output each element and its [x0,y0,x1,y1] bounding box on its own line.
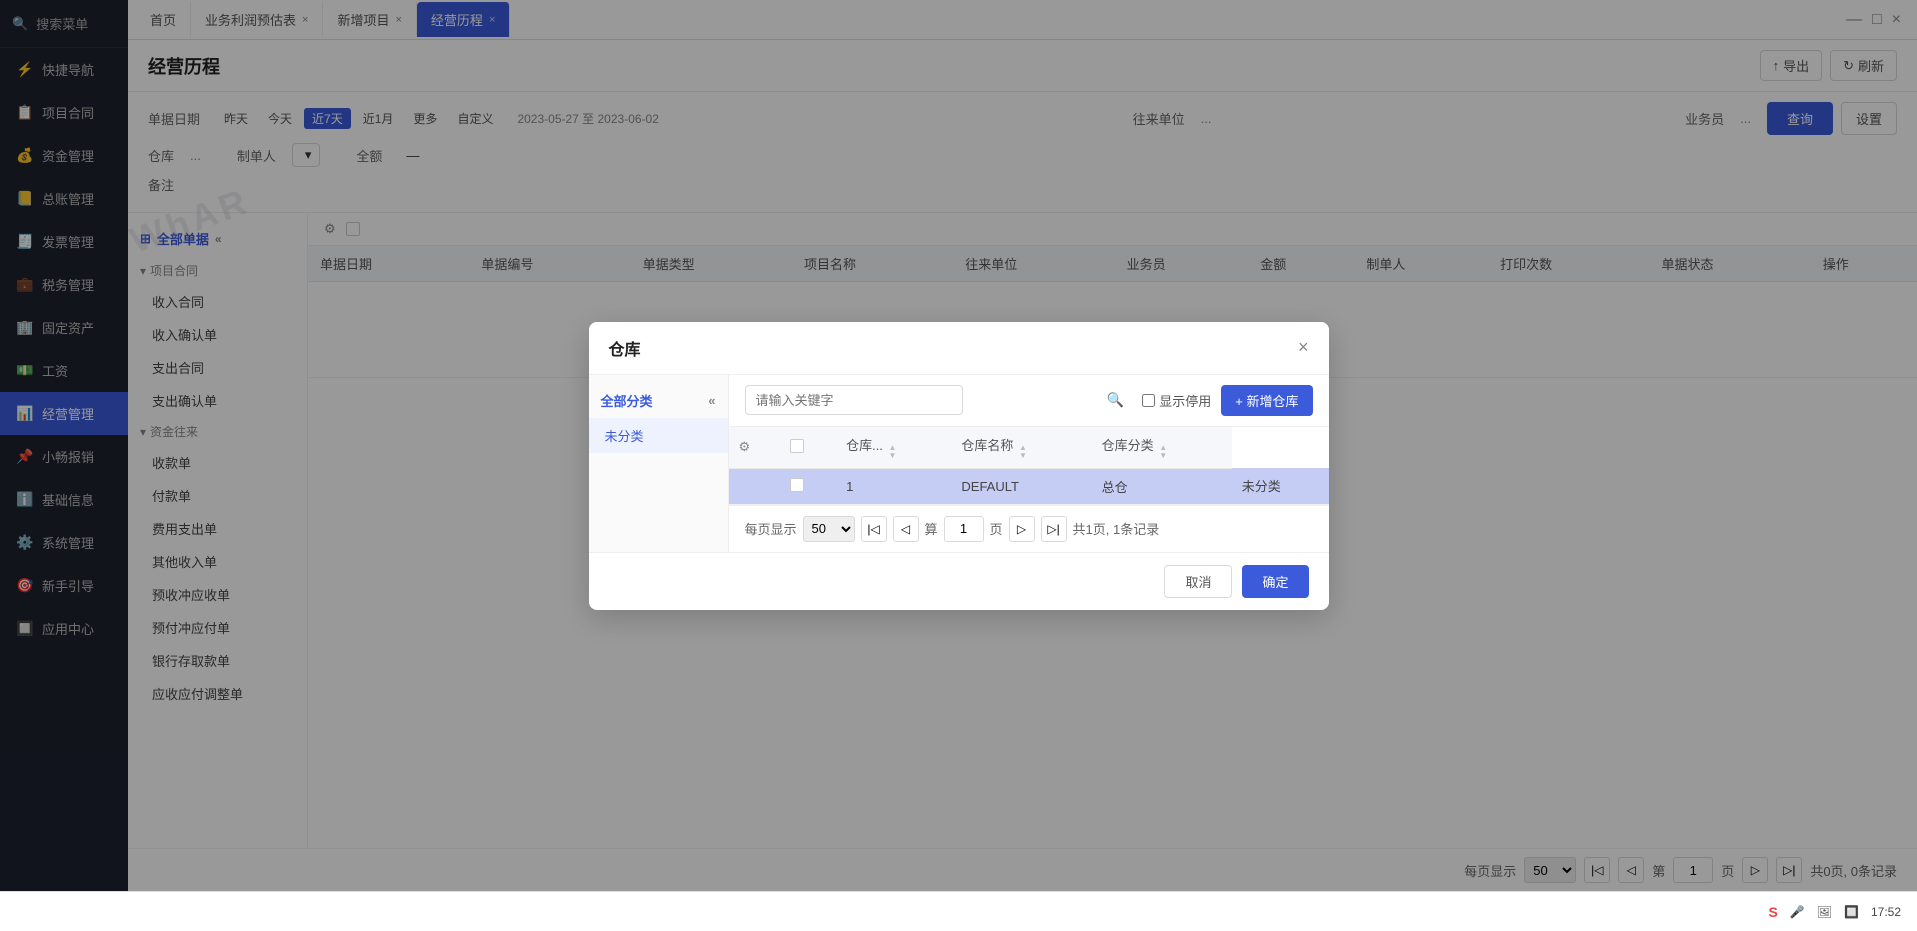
modal-next-page[interactable]: ▷ [1009,516,1035,542]
modal-cancel-button[interactable]: 取消 [1164,565,1232,598]
modal-search-icon: 🔍 [1107,392,1124,409]
modal-code-sort[interactable]: ▲▼ [889,444,897,460]
modal-show-disabled-checkbox[interactable] [1142,394,1155,407]
modal-last-page[interactable]: ▷| [1041,516,1067,542]
modal-row-name: 总仓 [1092,468,1232,504]
modal-sidebar-uncategorized[interactable]: 未分类 [589,418,728,453]
modal-title: 仓库 [609,336,641,360]
modal-body: 全部分类 « 未分类 🔍 显示停用 [589,375,1329,552]
modal-sidebar-collapse[interactable]: « [708,393,715,408]
taskbar-icon-s: S [1768,904,1777,920]
modal-col-gear: ⚙ [729,427,781,469]
modal-actions: 取消 确定 [589,552,1329,610]
modal-row-code: DEFAULT [951,468,1091,504]
warehouse-modal: 仓库 × 全部分类 « 未分类 🔍 [589,322,1329,610]
modal-sidebar-header: 全部分类 « [589,383,728,418]
modal-table: ⚙ 仓库... ▲▼ 仓库名称 ▲▼ [729,427,1329,505]
modal-row-category: 未分类 [1232,468,1329,504]
modal-header: 仓库 × [589,322,1329,375]
modal-add-warehouse-btn[interactable]: + 新增仓库 [1221,385,1312,416]
taskbar-icon-extra[interactable]: 🔲 [1844,905,1859,919]
modal-col-check [780,427,836,469]
modal-confirm-button[interactable]: 确定 [1242,565,1308,598]
modal-col-category: 仓库分类 ▲▼ [1092,427,1232,469]
modal-header-row: ⚙ 仓库... ▲▼ 仓库名称 ▲▼ [729,427,1329,469]
modal-category-sort[interactable]: ▲▼ [1159,444,1167,460]
modal-table-wrap: ⚙ 仓库... ▲▼ 仓库名称 ▲▼ [729,427,1329,505]
taskbar-icon-img[interactable]: 🖼 [1817,905,1832,919]
taskbar-time: 17:52 [1871,905,1901,919]
modal-add-warehouse-label: + 新增仓库 [1235,391,1298,410]
modal-page-word: 算 [925,519,938,538]
modal-page-input[interactable] [944,516,984,542]
modal-search-wrap: 🔍 [745,385,1133,415]
modal-table-gear-icon[interactable]: ⚙ [739,439,751,454]
modal-row-gear [729,468,781,504]
modal-total: 共1页, 1条记录 [1073,519,1160,538]
modal-sidebar: 全部分类 « 未分类 [589,375,729,552]
modal-overlay: 仓库 × 全部分类 « 未分类 🔍 [0,0,1917,931]
modal-footer: 每页显示 50 100 |◁ ◁ 算 页 ▷ ▷| 共1页, 1条记录 [729,505,1329,552]
taskbar: S 🎤 🖼 🔲 17:52 [0,891,1917,931]
modal-search-input[interactable] [745,385,963,415]
modal-row-checkbox[interactable] [790,478,804,492]
modal-sidebar-scroll: 未分类 [589,418,728,544]
modal-search-bar: 🔍 显示停用 + 新增仓库 [729,375,1329,427]
modal-pagination: 每页显示 50 100 |◁ ◁ 算 页 ▷ ▷| 共1页, 1条记录 [745,516,1160,542]
modal-col-name: 仓库名称 ▲▼ [951,427,1091,469]
modal-prev-page[interactable]: ◁ [893,516,919,542]
modal-all-category-label[interactable]: 全部分类 [601,391,653,410]
modal-page-word2: 页 [990,519,1003,538]
modal-content: 🔍 显示停用 + 新增仓库 ⚙ [729,375,1329,552]
modal-select-all-checkbox[interactable] [790,439,804,453]
modal-per-page-select[interactable]: 50 100 [803,516,855,542]
modal-table-head: ⚙ 仓库... ▲▼ 仓库名称 ▲▼ [729,427,1329,469]
modal-name-sort[interactable]: ▲▼ [1019,444,1027,460]
modal-row-num: 1 [836,468,951,504]
modal-table-row[interactable]: 1 DEFAULT 总仓 未分类 [729,468,1329,504]
modal-table-body: 1 DEFAULT 总仓 未分类 [729,468,1329,504]
taskbar-icon-mic[interactable]: 🎤 [1790,905,1805,919]
modal-col-code: 仓库... ▲▼ [836,427,951,469]
modal-show-disabled-text: 显示停用 [1159,391,1211,410]
modal-per-page-label: 每页显示 [745,519,797,538]
modal-close-button[interactable]: × [1298,337,1309,358]
modal-show-disabled-label[interactable]: 显示停用 [1142,391,1211,410]
taskbar-right: S 🎤 🖼 🔲 17:52 [1768,904,1901,920]
modal-row-check[interactable] [780,468,836,504]
modal-first-page[interactable]: |◁ [861,516,887,542]
